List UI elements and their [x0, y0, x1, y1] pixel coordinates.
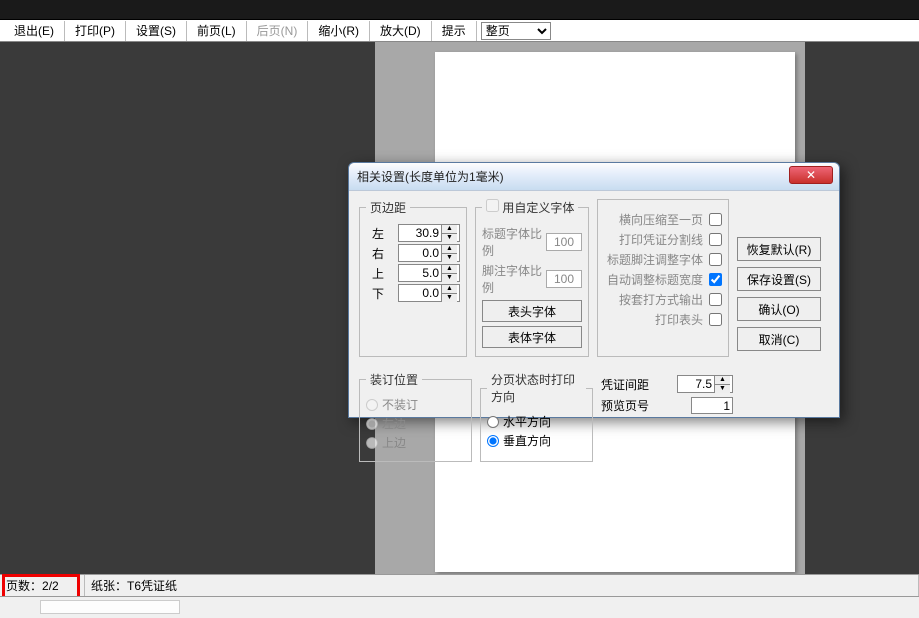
margin-right-input[interactable]	[399, 245, 441, 261]
next-page-button[interactable]: 后页(N)	[247, 21, 309, 41]
margin-right-label: 右	[366, 245, 384, 262]
hint-button[interactable]: 提示	[432, 21, 477, 41]
ok-button[interactable]: 确认(O)	[737, 297, 821, 321]
margin-bottom-input[interactable]	[399, 285, 441, 301]
custom-font-legend: 用自定义字体	[482, 199, 578, 216]
auto-title-width-checkbox[interactable]	[709, 273, 722, 286]
dialog-title: 相关设置(长度单位为1毫米)	[357, 168, 504, 185]
exit-button[interactable]: 退出(E)	[4, 21, 65, 41]
paging-vertical-radio[interactable]	[487, 435, 499, 447]
spin-down-icon[interactable]: ▼	[715, 385, 730, 393]
voucher-gap-spin[interactable]: ▲▼	[677, 375, 733, 393]
status-paper-label: 纸张：	[91, 577, 127, 594]
binding-top-radio[interactable]	[366, 437, 378, 449]
paging-horizontal-label: 水平方向	[503, 413, 551, 430]
paging-horizontal-radio[interactable]	[487, 416, 499, 428]
status-paper-value: T6凭证纸	[127, 577, 177, 594]
settings-button[interactable]: 设置(S)	[126, 21, 187, 41]
print-button[interactable]: 打印(P)	[65, 21, 126, 41]
preview-page-label: 预览页号	[601, 397, 649, 414]
auto-title-width-label: 自动调整标题宽度	[607, 271, 703, 288]
margins-group: 页边距 左 ▲▼ 右 ▲▼ 上 ▲▼	[359, 199, 467, 357]
status-page: 页数： 2/2	[0, 575, 85, 596]
nested-print-label: 按套打方式输出	[619, 291, 703, 308]
dialog-buttons: 恢复默认(R) 保存设置(S) 确认(O) 取消(C)	[737, 199, 825, 357]
margin-left-spin[interactable]: ▲▼	[398, 224, 460, 242]
spin-down-icon[interactable]: ▼	[442, 294, 457, 302]
binding-none-radio[interactable]	[366, 399, 378, 411]
voucher-gap-input[interactable]	[678, 376, 714, 392]
binding-left-label: 左边	[382, 415, 406, 432]
zoom-out-button[interactable]: 缩小(R)	[308, 21, 370, 41]
paging-group: 分页状态时打印方向 水平方向 垂直方向	[480, 371, 593, 462]
close-button[interactable]: ✕	[789, 166, 833, 184]
title-font-ratio-label: 标题字体比例	[482, 225, 542, 259]
title-footer-adjust-label: 标题脚注调整字体	[607, 251, 703, 268]
bottom-inner-box	[40, 600, 180, 614]
margins-legend: 页边距	[366, 199, 410, 216]
spin-up-icon[interactable]: ▲	[442, 285, 457, 294]
spin-down-icon[interactable]: ▼	[442, 274, 457, 282]
hcompress-label: 横向压缩至一页	[619, 211, 703, 228]
margin-top-label: 上	[366, 265, 384, 282]
custom-font-legend-text: 用自定义字体	[502, 201, 574, 215]
close-icon: ✕	[806, 168, 816, 182]
margin-top-spin[interactable]: ▲▼	[398, 264, 460, 282]
custom-font-group: 用自定义字体 标题字体比例 脚注字体比例 表头字体 表体字体	[475, 199, 589, 357]
nested-print-checkbox[interactable]	[709, 293, 722, 306]
spin-up-icon[interactable]: ▲	[442, 245, 457, 254]
settings-dialog: 相关设置(长度单位为1毫米) ✕ 页边距 左 ▲▼ 右 ▲▼	[348, 162, 840, 418]
hcompress-checkbox[interactable]	[709, 213, 722, 226]
save-settings-button[interactable]: 保存设置(S)	[737, 267, 821, 291]
bottom-strip	[0, 596, 919, 618]
spin-up-icon[interactable]: ▲	[442, 265, 457, 274]
spin-up-icon[interactable]: ▲	[715, 376, 730, 385]
print-divider-label: 打印凭证分割线	[619, 231, 703, 248]
toolbar: 退出(E) 打印(P) 设置(S) 前页(L) 后页(N) 缩小(R) 放大(D…	[0, 20, 919, 42]
print-divider-checkbox[interactable]	[709, 233, 722, 246]
status-page-value: 2/2	[42, 579, 59, 593]
footer-font-ratio-label: 脚注字体比例	[482, 262, 542, 296]
zoom-select[interactable]: 整页	[481, 22, 551, 40]
status-bar: 页数： 2/2 纸张： T6凭证纸	[0, 574, 919, 596]
status-page-label: 页数：	[6, 577, 42, 594]
paging-vertical-label: 垂直方向	[503, 432, 551, 449]
voucher-group: 凭证间距 ▲▼ 预览页号	[601, 371, 733, 462]
margin-top-input[interactable]	[399, 265, 441, 281]
paging-legend: 分页状态时打印方向	[487, 371, 586, 405]
margin-bottom-label: 下	[366, 285, 384, 302]
preview-page-input[interactable]	[691, 397, 733, 414]
footer-font-ratio-input[interactable]	[546, 270, 582, 288]
title-footer-adjust-checkbox[interactable]	[709, 253, 722, 266]
binding-legend: 装订位置	[366, 371, 422, 388]
title-font-ratio-input[interactable]	[546, 233, 582, 251]
margin-left-input[interactable]	[399, 225, 441, 241]
spin-up-icon[interactable]: ▲	[442, 225, 457, 234]
cancel-button[interactable]: 取消(C)	[737, 327, 821, 351]
header-font-button[interactable]: 表头字体	[482, 300, 582, 322]
binding-none-label: 不装订	[382, 396, 418, 413]
margin-right-spin[interactable]: ▲▼	[398, 244, 460, 262]
zoom-in-button[interactable]: 放大(D)	[370, 21, 432, 41]
print-header-label: 打印表头	[655, 311, 703, 328]
margin-left-label: 左	[366, 225, 384, 242]
binding-top-label: 上边	[382, 434, 406, 451]
window-titlebar	[0, 0, 919, 20]
voucher-gap-label: 凭证间距	[601, 376, 649, 393]
spin-down-icon[interactable]: ▼	[442, 254, 457, 262]
status-paper: 纸张： T6凭证纸	[85, 575, 919, 596]
body-font-button[interactable]: 表体字体	[482, 326, 582, 348]
margin-bottom-spin[interactable]: ▲▼	[398, 284, 460, 302]
prev-page-button[interactable]: 前页(L)	[187, 21, 247, 41]
binding-left-radio[interactable]	[366, 418, 378, 430]
restore-default-button[interactable]: 恢复默认(R)	[737, 237, 821, 261]
custom-font-checkbox[interactable]	[486, 199, 499, 212]
options-group: 横向压缩至一页 打印凭证分割线 标题脚注调整字体 自动调整标题宽度 按套打方式输…	[597, 199, 729, 357]
binding-group: 装订位置 不装订 左边 上边	[359, 371, 472, 462]
print-header-checkbox[interactable]	[709, 313, 722, 326]
dialog-titlebar: 相关设置(长度单位为1毫米) ✕	[349, 163, 839, 191]
spin-down-icon[interactable]: ▼	[442, 234, 457, 242]
